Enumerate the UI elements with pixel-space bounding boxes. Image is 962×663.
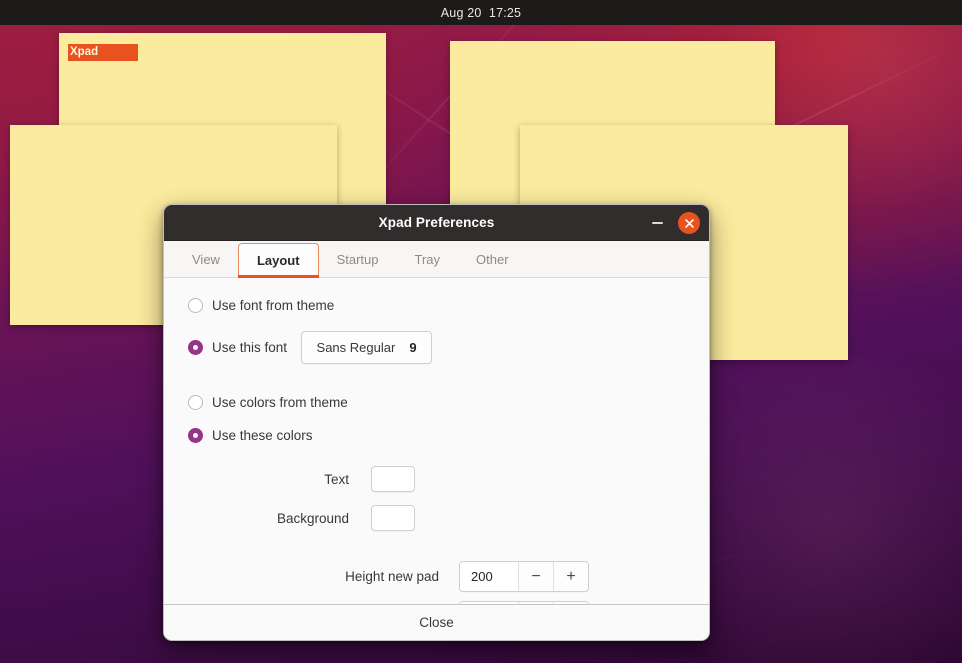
tab-other[interactable]: Other (458, 241, 527, 277)
label-use-this-font: Use this font (212, 340, 288, 355)
option-use-font-from-theme[interactable]: Use font from theme (164, 298, 709, 313)
height-new-pad-input[interactable]: 200 (460, 562, 518, 591)
label-use-colors-from-theme: Use colors from theme (212, 395, 348, 410)
dialog-title: Xpad Preferences (378, 215, 495, 230)
radio-use-colors-from-theme[interactable] (188, 395, 203, 410)
height-decrement-button[interactable]: − (518, 562, 553, 591)
tab-startup[interactable]: Startup (319, 241, 397, 277)
preferences-tabs: View Layout Startup Tray Other (164, 241, 709, 278)
radio-use-font-from-theme[interactable] (188, 298, 203, 313)
radio-use-these-colors[interactable] (188, 428, 203, 443)
minimize-icon[interactable] (646, 212, 668, 234)
font-chooser-button[interactable]: Sans Regular 9 (301, 331, 433, 364)
label-use-these-colors: Use these colors (212, 428, 313, 443)
label-use-font-from-theme: Use font from theme (212, 298, 335, 313)
text-color-swatch[interactable] (371, 466, 415, 492)
xpad-preferences-dialog: Xpad Preferences View Layout Startup Tray Ot… (163, 204, 710, 641)
option-use-this-font[interactable]: Use this font Sans Regular 9 (164, 331, 709, 364)
font-name-value: Sans Regular (316, 340, 396, 355)
screen: Xpad Aug 20 17:25 Xpad Preferences View L… (0, 0, 962, 663)
tab-tray[interactable]: Tray (397, 241, 459, 277)
close-icon[interactable] (678, 212, 700, 234)
background-color-swatch[interactable] (371, 505, 415, 531)
close-button-label: Close (419, 615, 454, 630)
tab-view[interactable]: View (174, 241, 238, 277)
height-new-pad-stepper[interactable]: 200 − + (459, 561, 589, 592)
background-color-label: Background (276, 510, 349, 526)
close-button[interactable]: Close (164, 604, 709, 640)
top-panel: Aug 20 17:25 (0, 0, 962, 25)
window-controls (646, 205, 700, 241)
height-new-pad-label: Height new pad (345, 569, 439, 584)
height-increment-button[interactable]: + (553, 562, 588, 591)
dialog-titlebar[interactable]: Xpad Preferences (164, 205, 709, 241)
background-color-row: Background (164, 505, 709, 531)
text-color-row: Text (164, 466, 709, 492)
option-use-colors-from-theme[interactable]: Use colors from theme (164, 395, 709, 410)
radio-use-this-font[interactable] (188, 340, 203, 355)
text-color-label: Text (324, 471, 349, 487)
tab-layout[interactable]: Layout (237, 243, 319, 278)
dialog-content: Use font from theme Use this font Sans R… (164, 278, 709, 632)
option-use-these-colors[interactable]: Use these colors (164, 428, 709, 443)
clock[interactable]: Aug 20 17:25 (441, 6, 521, 20)
height-new-pad-row: Height new pad 200 − + (164, 561, 709, 592)
note-title-text[interactable]: Xpad (68, 44, 138, 61)
font-size-value: 9 (409, 340, 417, 355)
